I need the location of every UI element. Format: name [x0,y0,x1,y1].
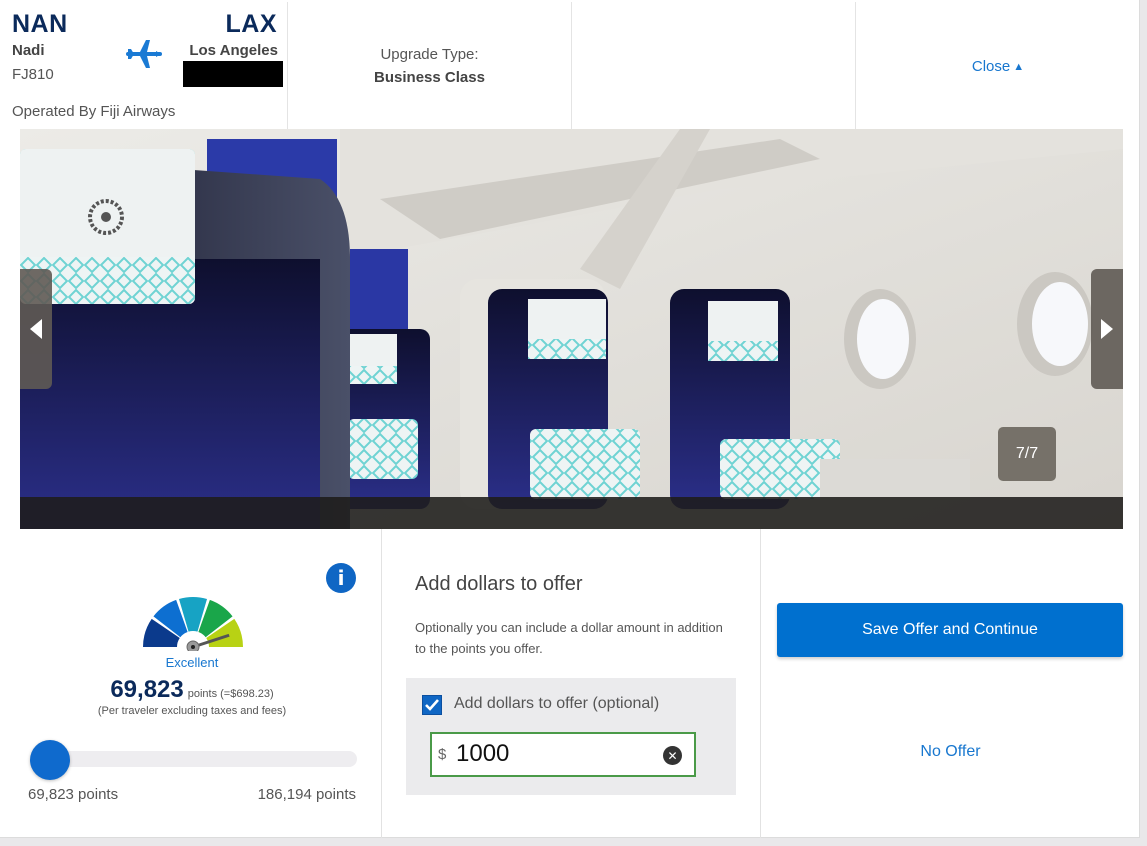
route-cell: NAN LAX Nadi Los Angeles FJ810 Operated … [0,2,288,129]
add-dollars-box: Add dollars to offer (optional) $ ✕ [406,678,736,795]
close-button[interactable]: Close ▲ [856,58,1140,75]
add-dollars-panel: Add dollars to offer Optionally you can … [382,529,761,838]
points-amount: 69,823 [110,676,184,703]
origin-code: NAN [12,10,68,38]
actions-panel: Save Offer and Continue No Offer [761,529,1140,838]
empty-cell [572,2,856,129]
slider-min-label: 69,823 points [28,786,119,803]
add-dollars-description: Optionally you can include a dollar amou… [415,620,723,656]
save-offer-button[interactable]: Save Offer and Continue [777,603,1123,657]
upgrade-type-cell: Upgrade Type: Business Class [288,2,572,129]
checkmark-icon [425,699,439,711]
add-dollars-checkbox-label[interactable]: Add dollars to offer (optional) [454,695,659,713]
flight-number: FJ810 [12,66,54,83]
gallery-prev-button[interactable] [20,269,52,389]
upgrade-type-value: Business Class [374,69,485,86]
chevron-right-icon [1101,319,1113,339]
origin-city: Nadi [12,42,45,59]
points-slider-thumb[interactable] [30,740,70,780]
offer-rating: Excellent [165,655,219,670]
gallery-next-button[interactable] [1091,269,1123,389]
points-slider-track[interactable] [30,751,357,767]
close-label: Close [971,58,1011,75]
points-note: (Per traveler excluding taxes and fees) [97,705,287,717]
add-dollars-checkbox[interactable] [422,695,442,715]
offer-strength-gauge [143,597,243,651]
destination-city: Los Angeles [189,42,278,59]
dollar-amount-field[interactable]: $ ✕ [430,732,696,777]
caption-bar [20,497,1123,529]
points-offer-panel: i Excellent 69,823 points (=$698.23) (Per… [0,529,382,838]
chevron-left-icon [30,319,42,339]
info-icon[interactable]: i [326,563,356,593]
points-unit-label: points (=$698.23) [187,688,274,700]
cabin-photo [20,129,1123,529]
add-dollars-title: Add dollars to offer [415,573,583,595]
slider-max-label: 186,194 points [257,786,356,803]
cabin-photo-gallery: 7/7 [20,129,1123,529]
airplane-icon [126,40,162,68]
upgrade-type-label: Upgrade Type: [380,46,479,63]
no-offer-link[interactable]: No Offer [761,743,1140,761]
gauge-hub-dot [191,645,195,649]
flight-summary-header: NAN LAX Nadi Los Angeles FJ810 Operated … [0,2,1140,129]
clear-input-icon[interactable]: ✕ [663,746,682,765]
triangle-up-icon: ▲ [1013,61,1025,73]
destination-code: LAX [225,10,277,38]
operated-by: Operated By Fiji Airways [12,103,176,120]
gallery-counter: 7/7 [998,427,1056,481]
redacted-block [183,61,283,87]
currency-symbol: $ [438,746,447,763]
dollar-amount-input[interactable] [456,740,656,768]
points-summary: 69,823 points (=$698.23) [0,676,384,704]
upgrade-offer-card: NAN LAX Nadi Los Angeles FJ810 Operated … [0,0,1140,838]
close-cell: Close ▲ [856,2,1140,129]
